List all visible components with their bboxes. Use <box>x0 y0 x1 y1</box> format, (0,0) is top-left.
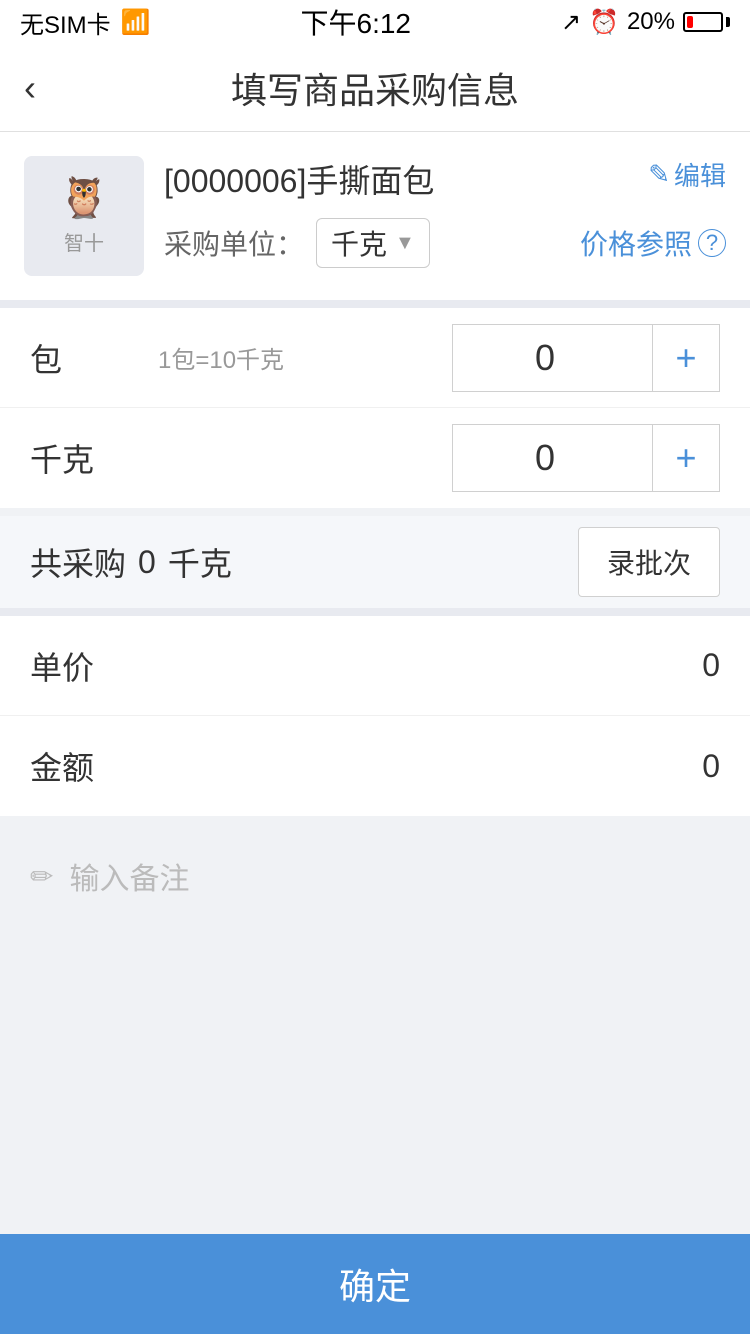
price-section: 单价 0 金额 0 <box>0 616 750 816</box>
price-reference[interactable]: 价格参照 ? <box>580 223 726 263</box>
bag-label: 包 <box>30 335 150 381</box>
unit-value: 千克 <box>331 223 387 263</box>
carrier-label: 无SIM卡 <box>20 5 111 40</box>
wifi-icon: 📶 <box>121 8 151 37</box>
total-unit: 千克 <box>168 539 232 585</box>
purchase-unit: 采购单位： 千克 ▼ <box>164 218 430 268</box>
product-name: [0000006]手撕面包 <box>164 156 434 202</box>
total-prefix: 共采购 <box>30 539 126 585</box>
notes-section: ✏ 输入备注 <box>0 824 750 944</box>
amount-value: 0 <box>702 748 720 785</box>
edit-button[interactable]: ✎ 编辑 <box>648 156 726 193</box>
product-logo-icon: 🦉 <box>59 174 109 221</box>
status-left: 无SIM卡 📶 <box>20 5 151 40</box>
kg-qty-wrap: + <box>452 424 720 492</box>
amount-row: 金额 0 <box>0 716 750 816</box>
bag-qty-wrap: + <box>452 324 720 392</box>
kg-qty-input[interactable] <box>452 424 652 492</box>
pencil-icon: ✏ <box>30 860 53 893</box>
product-info: [0000006]手撕面包 ✎ 编辑 采购单位： 千克 ▼ 价格参照 ? <box>164 156 726 268</box>
back-button[interactable]: ‹ <box>24 67 36 109</box>
battery-indicator <box>683 12 730 32</box>
confirm-label: 确定 <box>339 1258 411 1310</box>
status-time: 下午6:12 <box>301 2 412 42</box>
unit-price-row: 单价 0 <box>0 616 750 716</box>
battery-label: 20% <box>627 8 675 36</box>
quantity-section: 包 1包=10千克 + 千克 + <box>0 308 750 508</box>
bag-plus-button[interactable]: + <box>652 324 720 392</box>
amount-label: 金额 <box>30 743 94 789</box>
unit-dropdown[interactable]: 千克 ▼ <box>316 218 430 268</box>
nav-bar: ‹ 填写商品采购信息 <box>0 44 750 132</box>
page-title: 填写商品采购信息 <box>231 62 519 114</box>
batch-button[interactable]: 录批次 <box>578 527 720 597</box>
total-row: 共采购 0 千克 录批次 <box>0 516 750 616</box>
price-ref-label: 价格参照 <box>580 223 692 263</box>
edit-label: 编辑 <box>674 156 726 193</box>
purchase-unit-label: 采购单位： <box>164 223 304 263</box>
edit-icon: ✎ <box>648 159 670 190</box>
unit-price-label: 单价 <box>30 643 94 689</box>
bag-qty-input[interactable] <box>452 324 652 392</box>
kg-label: 千克 <box>30 435 150 481</box>
bag-sublabel: 1包=10千克 <box>158 340 284 375</box>
notes-placeholder: 输入备注 <box>69 854 189 898</box>
bag-input-row: 包 1包=10千克 + <box>0 308 750 408</box>
notes-input-area[interactable]: ✏ 输入备注 <box>30 854 720 898</box>
confirm-button[interactable]: 确定 <box>0 1234 750 1334</box>
status-right: ↗ ⏰ 20% <box>561 8 730 37</box>
unit-price-value: 0 <box>702 647 720 684</box>
product-card: 🦉 智十 [0000006]手撕面包 ✎ 编辑 采购单位： 千克 ▼ <box>0 132 750 308</box>
alarm-icon: ⏰ <box>589 8 619 37</box>
price-ref-icon: ? <box>698 229 726 257</box>
product-image: 🦉 智十 <box>24 156 144 276</box>
dropdown-arrow: ▼ <box>395 232 415 255</box>
status-bar: 无SIM卡 📶 下午6:12 ↗ ⏰ 20% <box>0 0 750 44</box>
location-icon: ↗ <box>561 8 581 37</box>
kg-input-row: 千克 + <box>0 408 750 508</box>
kg-plus-button[interactable]: + <box>652 424 720 492</box>
product-logo-label: 智十 <box>64 233 104 255</box>
total-amount: 0 <box>138 544 156 581</box>
